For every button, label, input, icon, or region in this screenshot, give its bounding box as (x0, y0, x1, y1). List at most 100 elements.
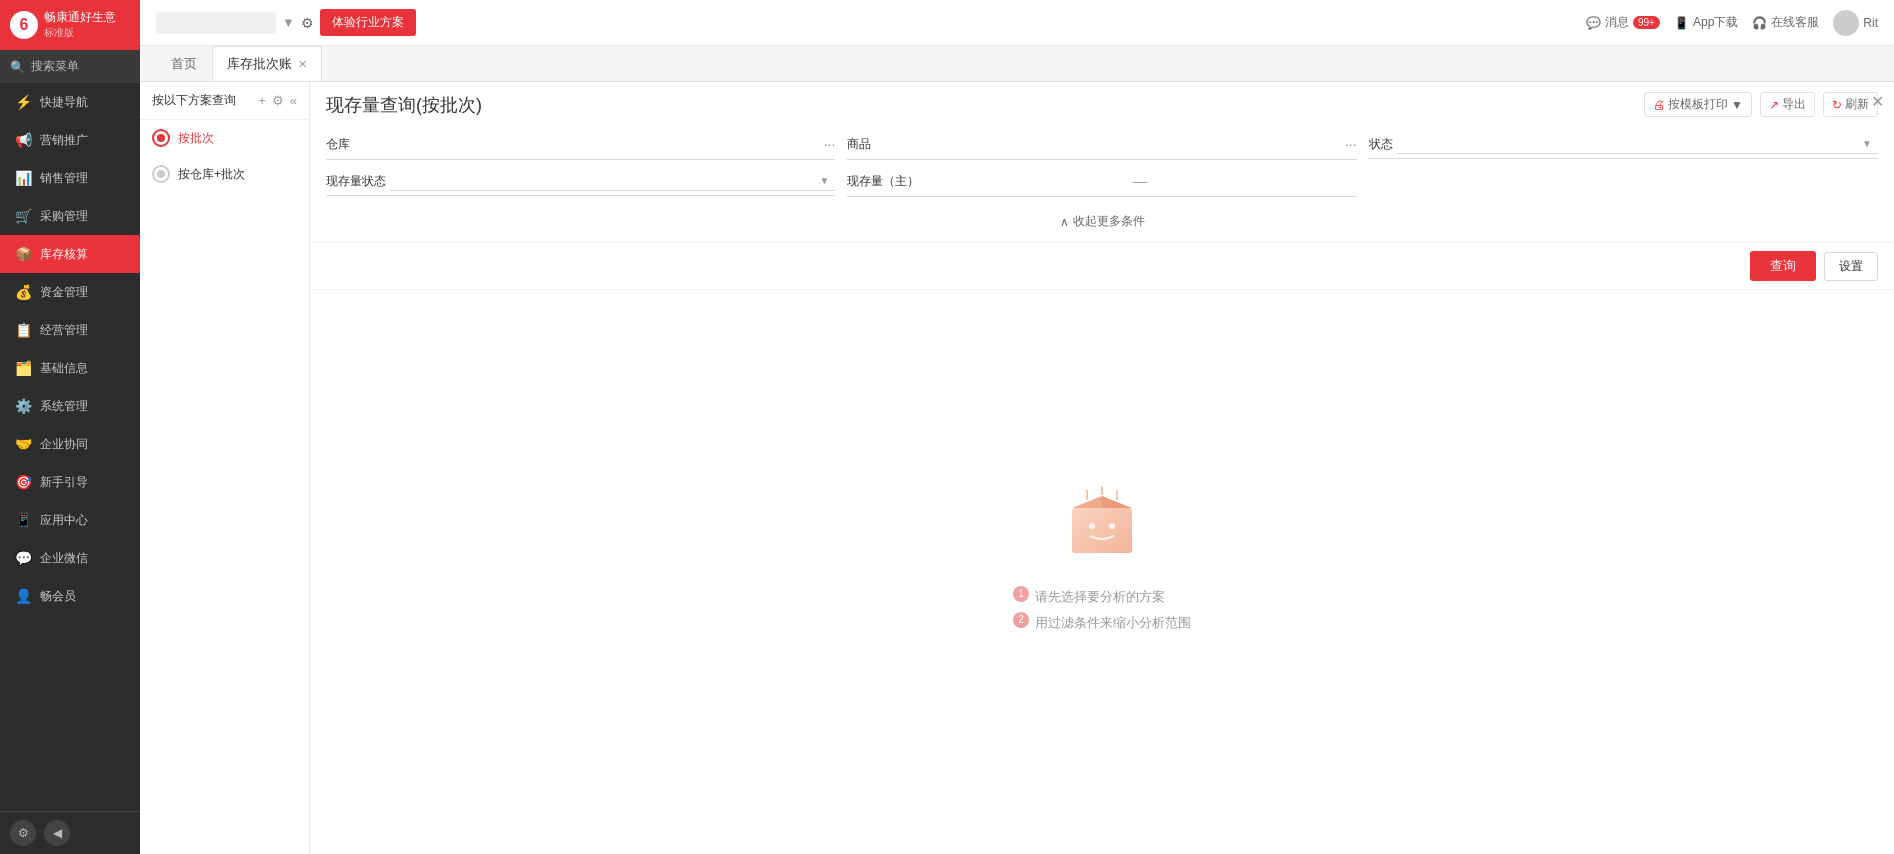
settings-button[interactable]: 设置 (1824, 252, 1878, 281)
refresh-btn[interactable]: ↻ 刷新 (1823, 92, 1878, 117)
warehouse-dots[interactable]: ··· (824, 136, 836, 152)
wechat-icon: 💬 (14, 549, 32, 567)
scheme-item-by-batch[interactable]: 按批次 (140, 120, 309, 156)
sidebar-item-system[interactable]: ⚙️ 系统管理 (0, 387, 140, 425)
empty-illustration (1052, 468, 1152, 568)
guide-icon: 🎯 (14, 473, 32, 491)
content-area: 按以下方案查询 + ⚙ « 按批次 按仓库+批次 现存量查询(按批次) (140, 82, 1894, 854)
add-scheme-icon[interactable]: + (258, 93, 266, 108)
tab-inventory-batch[interactable]: 库存批次账 ✕ (212, 46, 322, 81)
sidebar-item-app-center[interactable]: 📱 应用中心 (0, 501, 140, 539)
sidebar-item-label: 企业协同 (40, 436, 88, 453)
sidebar-item-member[interactable]: 👤 畅会员 (0, 577, 140, 615)
app-info: 畅康通好生意 标准版 (44, 10, 116, 40)
page-title: 现存量查询(按批次) (326, 93, 482, 117)
svg-point-3 (1089, 523, 1095, 529)
scheme-label: 按仓库+批次 (178, 166, 245, 183)
operation-icon: 📋 (14, 321, 32, 339)
export-btn[interactable]: ↗ 导出 (1760, 92, 1815, 117)
stock-status-label: 现存量状态 (326, 173, 386, 190)
user-avatar-btn[interactable]: Rit (1833, 10, 1878, 36)
empty-tip-1: 1 请先选择要分析的方案 (1013, 584, 1191, 610)
sidebar-item-purchase[interactable]: 🛒 采购管理 (0, 197, 140, 235)
sidebar-item-label: 销售管理 (40, 170, 88, 187)
stock-qty-from[interactable] (923, 170, 1127, 192)
query-button[interactable]: 查询 (1750, 251, 1816, 281)
product-filter: 商品 ··· (847, 133, 1356, 160)
app-download-btn[interactable]: 📱 App下载 (1674, 14, 1738, 31)
left-panel-title: 按以下方案查询 (152, 92, 236, 109)
app-subtitle: 标准版 (44, 26, 116, 40)
sidebar-item-label: 营销推广 (40, 132, 88, 149)
sidebar-item-label: 经营管理 (40, 322, 88, 339)
status-select[interactable]: ▼ (1397, 134, 1878, 154)
member-icon: 👤 (14, 587, 32, 605)
tab-close-icon[interactable]: ✕ (298, 58, 307, 71)
message-btn[interactable]: 💬 消息 99+ (1586, 14, 1660, 31)
message-badge: 99+ (1633, 16, 1660, 29)
empty-tip-2: 2 用过滤条件来缩小分析范围 (1013, 610, 1191, 636)
sidebar-item-wechat[interactable]: 💬 企业微信 (0, 539, 140, 577)
topbar-dropdown-arrow[interactable]: ▼ (282, 15, 295, 30)
sidebar-item-label: 畅会员 (40, 588, 76, 605)
experience-btn[interactable]: 体验行业方案 (320, 9, 416, 36)
online-service-btn[interactable]: 🎧 在线客服 (1752, 14, 1819, 31)
print-icon: 🖨 (1653, 98, 1665, 112)
collapse-icon: ◀ (53, 826, 62, 840)
sidebar-item-label: 基础信息 (40, 360, 88, 377)
topbar-gear-icon[interactable]: ⚙ (301, 15, 314, 31)
tab-inventory-batch-label: 库存批次账 (227, 55, 292, 73)
left-panel: 按以下方案查询 + ⚙ « 按批次 按仓库+批次 (140, 82, 310, 854)
sidebar-item-basic[interactable]: 🗂️ 基础信息 (0, 349, 140, 387)
sidebar-collapse-btn[interactable]: ◀ (44, 820, 70, 846)
warehouse-input[interactable] (354, 133, 820, 155)
collapse-panel-icon[interactable]: « (290, 93, 297, 108)
stock-status-select[interactable]: ▼ (390, 171, 835, 191)
user-avatar (1833, 10, 1859, 36)
filter-row-2: 现存量状态 ▼ 现存量（主） — (326, 170, 1878, 197)
message-icon: 💬 (1586, 16, 1601, 30)
scheme-settings-icon[interactable]: ⚙ (272, 93, 284, 108)
collapse-filter-icon: ∧ (1060, 215, 1069, 229)
app-center-icon: 📱 (14, 511, 32, 529)
print-dropdown-icon: ▼ (1731, 98, 1743, 112)
scheme-active-indicator (152, 129, 170, 147)
purchase-icon: 🛒 (14, 207, 32, 225)
product-dots[interactable]: ··· (1345, 136, 1357, 152)
search-menu[interactable]: 🔍 搜索菜单 (0, 50, 140, 83)
svg-point-4 (1109, 523, 1115, 529)
product-input[interactable] (875, 133, 1341, 155)
topbar-left: ▼ ⚙ 体验行业方案 (156, 9, 1576, 36)
app-download-label: App下载 (1693, 14, 1738, 31)
stock-status-filter: 现存量状态 ▼ (326, 171, 835, 196)
sidebar-item-enterprise[interactable]: 🤝 企业协同 (0, 425, 140, 463)
export-icon: ↗ (1769, 98, 1779, 112)
sidebar-item-guide[interactable]: 🎯 新手引导 (0, 463, 140, 501)
sidebar-item-quick-nav[interactable]: ⚡ 快捷导航 (0, 83, 140, 121)
print-btn[interactable]: 🖨 按模板打印 ▼ (1644, 92, 1752, 117)
content-close-btn[interactable]: ✕ (1871, 92, 1884, 111)
sidebar-item-finance[interactable]: 💰 资金管理 (0, 273, 140, 311)
topbar-search-input[interactable] (156, 12, 276, 34)
basic-icon: 🗂️ (14, 359, 32, 377)
tab-home[interactable]: 首页 (156, 46, 212, 81)
sidebar-item-label: 库存核算 (40, 246, 88, 263)
tip2-num: 2 (1013, 612, 1029, 628)
refresh-label: 刷新 (1845, 96, 1869, 113)
print-label: 按模板打印 (1668, 96, 1728, 113)
sidebar-item-marketing[interactable]: 📢 营销推广 (0, 121, 140, 159)
search-label: 搜索菜单 (31, 58, 79, 75)
sidebar-item-inventory[interactable]: 📦 库存核算 (0, 235, 140, 273)
sidebar-item-sales[interactable]: 📊 销售管理 (0, 159, 140, 197)
tabbar: 首页 库存批次账 ✕ (140, 46, 1894, 82)
stock-qty-to[interactable] (1153, 170, 1357, 192)
collapse-filter-label: 收起更多条件 (1073, 213, 1145, 230)
scheme-item-by-warehouse-batch[interactable]: 按仓库+批次 (140, 156, 309, 192)
sidebar-footer: ⚙ ◀ (0, 811, 140, 854)
stock-qty-filter: 现存量（主） — (847, 170, 1356, 197)
sidebar-item-label: 新手引导 (40, 474, 88, 491)
sidebar-item-operation[interactable]: 📋 经营管理 (0, 311, 140, 349)
product-label: 商品 (847, 136, 871, 153)
sidebar-settings-btn[interactable]: ⚙ (10, 820, 36, 846)
collapse-filter-btn[interactable]: ∧ 收起更多条件 (326, 207, 1878, 232)
